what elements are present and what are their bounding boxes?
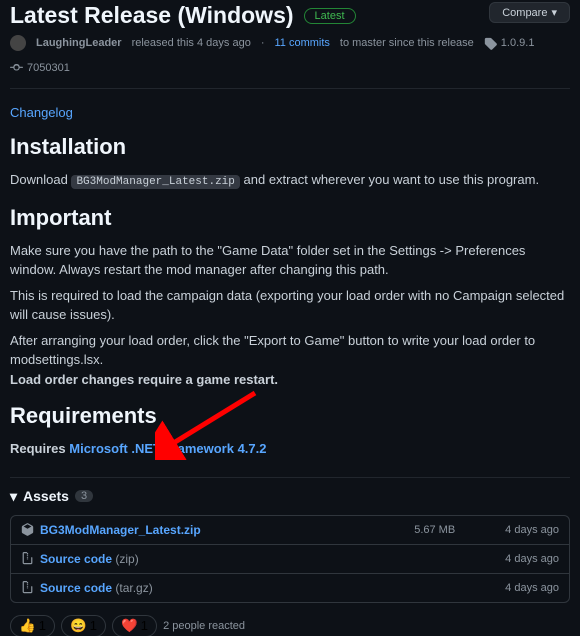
reaction-button[interactable]: ❤️1: [112, 615, 157, 636]
download-filename: BG3ModManager_Latest.zip: [71, 175, 239, 189]
release-meta: LaughingLeader released this 4 days ago …: [10, 35, 570, 74]
asset-name: BG3ModManager_Latest.zip: [40, 523, 414, 537]
chevron-down-icon: ▾: [551, 6, 557, 19]
assets-heading: Assets: [23, 488, 69, 504]
important-p3-text: After arranging your load order, click t…: [10, 333, 535, 368]
reactions-row: 👍1😄1❤️1 2 people reacted: [10, 615, 570, 636]
caret-down-icon: ▾: [10, 488, 17, 505]
reaction-emoji: ❤️: [121, 618, 138, 634]
asset-date: 4 days ago: [505, 553, 559, 565]
reaction-button[interactable]: 👍1: [10, 615, 55, 636]
author-name[interactable]: LaughingLeader: [36, 37, 122, 49]
commit-icon: [10, 61, 23, 74]
file-zip-icon: [21, 581, 34, 594]
release-title: Latest Release (Windows): [10, 2, 294, 29]
reactions-summary: 2 people reacted: [163, 620, 245, 632]
tag-icon: [484, 37, 497, 50]
important-p1: Make sure you have the path to the "Game…: [10, 241, 570, 280]
tag-value: 1.0.9.1: [501, 37, 535, 49]
requirements-heading: Requirements: [10, 403, 570, 429]
important-p4-text: Load order changes require a game restar…: [10, 372, 278, 387]
installation-text: Download BG3ModManager_Latest.zip and ex…: [10, 170, 570, 191]
asset-date: 4 days ago: [505, 582, 559, 594]
important-p2: This is required to load the campaign da…: [10, 286, 570, 325]
changelog-link[interactable]: Changelog: [10, 105, 73, 120]
download-suffix: and extract wherever you want to use thi…: [244, 172, 540, 187]
important-p3: After arranging your load order, click t…: [10, 331, 570, 390]
asset-date: 4 days ago: [505, 524, 559, 536]
file-zip-icon: [21, 552, 34, 565]
requirements-text: Requires Microsoft .NET Framework 4.7.2: [10, 439, 570, 459]
asset-size: 5.67 MB: [414, 524, 455, 536]
meta-sep: ·: [261, 37, 265, 49]
download-prefix: Download: [10, 172, 68, 187]
tag-meta[interactable]: 1.0.9.1: [484, 37, 535, 50]
release-header: Latest Release (Windows) Latest: [10, 0, 570, 29]
compare-button[interactable]: Compare ▾: [489, 2, 570, 23]
package-icon: [21, 523, 34, 536]
reaction-emoji: 👍: [19, 618, 36, 634]
important-heading: Important: [10, 205, 570, 231]
assets-list: BG3ModManager_Latest.zip5.67 MB 4 days ag…: [10, 515, 570, 603]
assets-section: ▾ Assets 3 BG3ModManager_Latest.zip5.67 …: [10, 477, 570, 603]
reaction-count: 1: [39, 618, 46, 633]
commits-suffix: to master since this release: [340, 37, 474, 49]
reaction-count: 1: [90, 618, 97, 633]
released-time: released this 4 days ago: [132, 37, 251, 49]
assets-header[interactable]: ▾ Assets 3: [10, 488, 570, 505]
author-avatar[interactable]: [10, 35, 26, 51]
dotnet-link[interactable]: Microsoft .NET Framework 4.7.2: [69, 441, 266, 456]
reaction-count: 1: [141, 618, 148, 633]
installation-heading: Installation: [10, 134, 570, 160]
asset-row[interactable]: BG3ModManager_Latest.zip5.67 MB 4 days ag…: [11, 516, 569, 545]
asset-name: Source code (zip): [40, 552, 455, 566]
divider: [10, 88, 570, 89]
asset-name: Source code (tar.gz): [40, 581, 455, 595]
asset-row[interactable]: Source code (zip) 4 days ago: [11, 545, 569, 574]
assets-count: 3: [75, 490, 93, 502]
compare-label: Compare: [502, 7, 547, 19]
asset-row[interactable]: Source code (tar.gz) 4 days ago: [11, 574, 569, 602]
requires-prefix: Requires: [10, 441, 66, 456]
commit-meta[interactable]: 7050301: [10, 61, 70, 74]
reaction-emoji: 😄: [70, 618, 87, 634]
commit-sha: 7050301: [27, 62, 70, 74]
latest-badge: Latest: [304, 8, 356, 24]
commits-link[interactable]: 11 commits: [274, 37, 329, 49]
reaction-button[interactable]: 😄1: [61, 615, 106, 636]
